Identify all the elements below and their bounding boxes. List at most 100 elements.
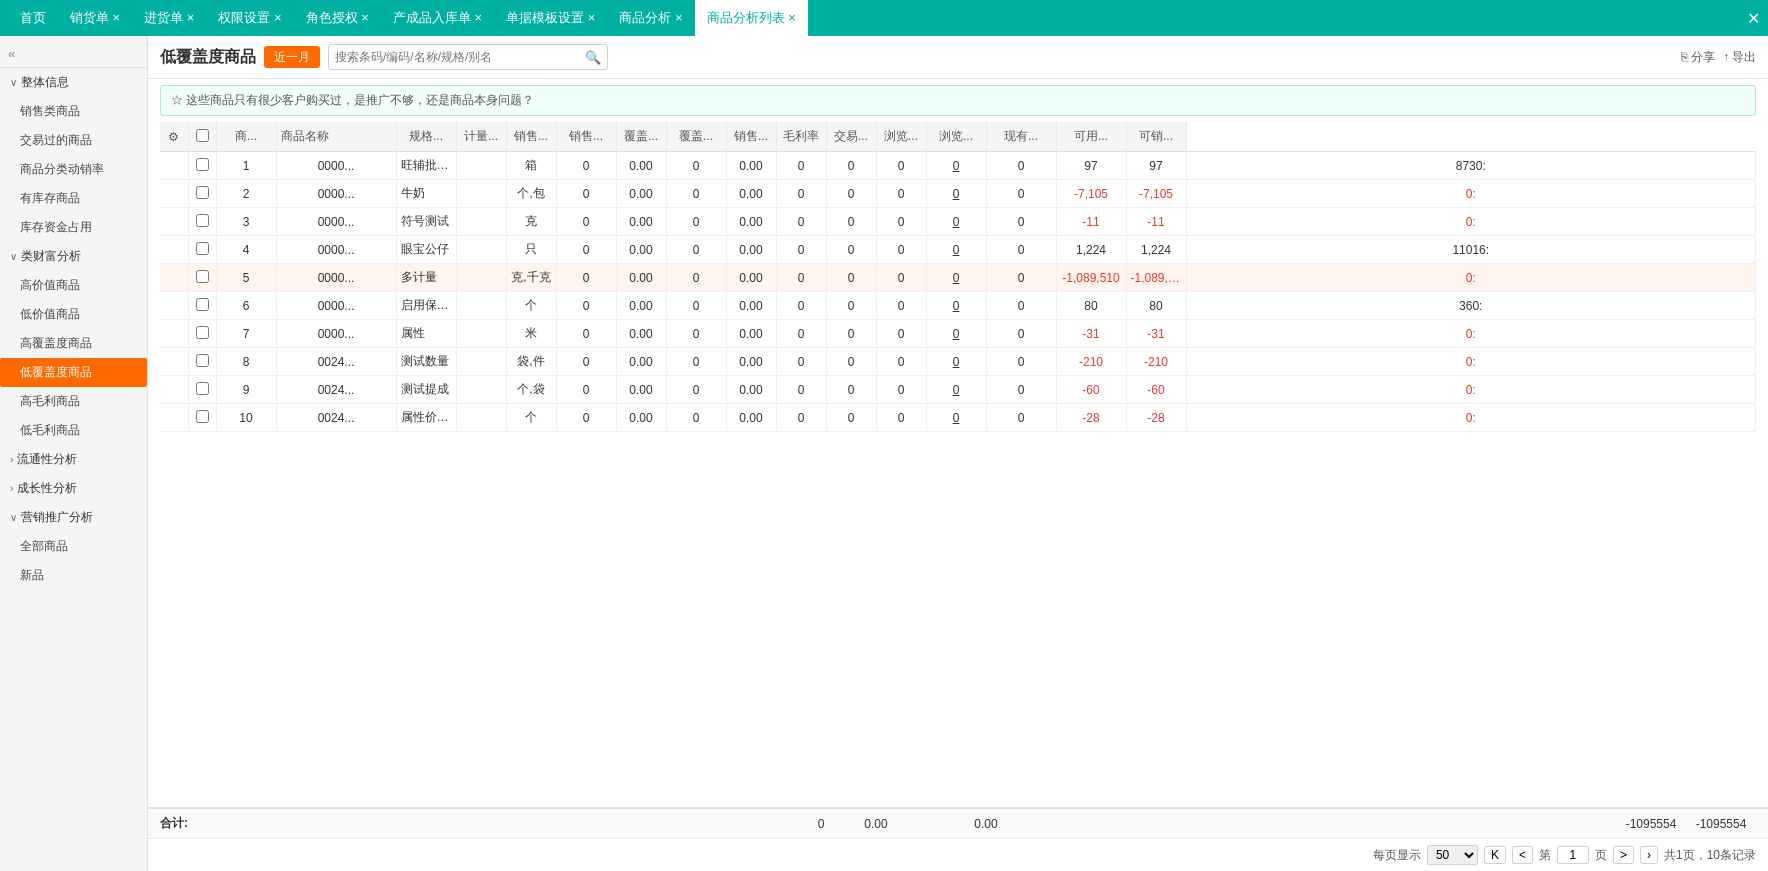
totals-row: 合计: 0 0.00 0.00 -1095554 -1095554: [160, 815, 1756, 832]
browse1-link[interactable]: 0: [953, 243, 960, 257]
first-page-button[interactable]: K: [1484, 846, 1506, 864]
browse1-link[interactable]: 0: [953, 411, 960, 425]
sidebar-section-marketing[interactable]: ∨ 营销推广分析: [0, 503, 147, 532]
nav-template[interactable]: 单据模板设置 ×: [494, 0, 607, 36]
cell-settings: [160, 348, 188, 376]
cell-spec: [456, 292, 506, 320]
nav-purchase[interactable]: 进货单 ×: [132, 0, 206, 36]
cell-code: 0024...: [276, 376, 396, 404]
cell-browse1[interactable]: 0: [926, 348, 986, 376]
per-page-label: 每页显示: [1373, 847, 1421, 864]
sidebar-item-new-goods[interactable]: 新品: [0, 561, 147, 590]
row-checkbox[interactable]: [196, 354, 209, 367]
sidebar-section-growth[interactable]: › 成长性分析: [0, 474, 147, 503]
nav-sales[interactable]: 销货单 ×: [58, 0, 132, 36]
cell-stock3: 0:: [1186, 348, 1756, 376]
select-all-checkbox[interactable]: [196, 129, 209, 142]
last-page-button[interactable]: ›: [1640, 846, 1658, 864]
table-header: ⚙ 商... 商品名称 规格... 计量... 销售... 销售... 覆盖..…: [160, 122, 1756, 152]
cell-check[interactable]: [188, 292, 216, 320]
cell-cover2: 0.00: [726, 348, 776, 376]
sidebar-item-low-coverage[interactable]: 低覆盖度商品: [0, 358, 147, 387]
cell-browse1[interactable]: 0: [926, 404, 986, 432]
sidebar-item-low-value[interactable]: 低价值商品: [0, 300, 147, 329]
sidebar-item-high-coverage[interactable]: 高覆盖度商品: [0, 329, 147, 358]
browse1-link[interactable]: 0: [953, 159, 960, 173]
browse1-link[interactable]: 0: [953, 327, 960, 341]
browse1-link[interactable]: 0: [953, 355, 960, 369]
sidebar-item-high-value[interactable]: 高价值商品: [0, 271, 147, 300]
cell-check[interactable]: [188, 404, 216, 432]
sidebar-item-sales-goods[interactable]: 销售类商品: [0, 97, 147, 126]
cell-unit: 袋,件: [506, 348, 556, 376]
per-page-select[interactable]: 50 100 200: [1427, 845, 1478, 865]
sidebar-item-high-margin[interactable]: 高毛利商品: [0, 387, 147, 416]
nav-home[interactable]: 首页: [8, 0, 58, 36]
row-checkbox[interactable]: [196, 410, 209, 423]
close-icon[interactable]: ✕: [1747, 9, 1760, 28]
cell-browse1[interactable]: 0: [926, 264, 986, 292]
row-checkbox[interactable]: [196, 270, 209, 283]
row-checkbox[interactable]: [196, 242, 209, 255]
cell-check[interactable]: [188, 152, 216, 180]
export-button[interactable]: ↑ 导出: [1723, 49, 1756, 66]
prev-page-button[interactable]: <: [1512, 846, 1533, 864]
sidebar-section-overall[interactable]: ∨ 整体信息: [0, 68, 147, 97]
row-checkbox[interactable]: [196, 382, 209, 395]
cell-gross: 0: [826, 180, 876, 208]
content-header: 低覆盖度商品 近一月 🔍 ⎘ 分享 ↑ 导出: [148, 36, 1768, 79]
sidebar-item-low-margin[interactable]: 低毛利商品: [0, 416, 147, 445]
cell-browse1[interactable]: 0: [926, 376, 986, 404]
cell-browse1[interactable]: 0: [926, 180, 986, 208]
row-checkbox[interactable]: [196, 326, 209, 339]
nav-role[interactable]: 角色授权 ×: [294, 0, 381, 36]
cell-trade: 0: [876, 236, 926, 264]
next-page-button[interactable]: >: [1613, 846, 1634, 864]
sidebar-section-wealth[interactable]: ∨ 类财富分析: [0, 242, 147, 271]
row-checkbox[interactable]: [196, 186, 209, 199]
page-number-input[interactable]: [1557, 846, 1589, 864]
total-sales2: 0.00: [846, 817, 906, 831]
cell-check[interactable]: [188, 236, 216, 264]
filter-period-button[interactable]: 近一月: [264, 46, 320, 68]
share-button[interactable]: ⎘ 分享: [1681, 49, 1715, 66]
col-check[interactable]: [188, 122, 216, 152]
row-checkbox[interactable]: [196, 158, 209, 171]
sidebar-item-all-goods[interactable]: 全部商品: [0, 532, 147, 561]
cell-check[interactable]: [188, 264, 216, 292]
nav-permission[interactable]: 权限设置 ×: [206, 0, 293, 36]
cell-browse1[interactable]: 0: [926, 208, 986, 236]
sidebar-item-stock-goods[interactable]: 有库存商品: [0, 184, 147, 213]
sidebar-collapse-button[interactable]: «: [8, 46, 15, 61]
search-input[interactable]: [335, 50, 585, 64]
cell-check[interactable]: [188, 376, 216, 404]
browse1-link[interactable]: 0: [953, 215, 960, 229]
cell-browse1[interactable]: 0: [926, 320, 986, 348]
browse1-link[interactable]: 0: [953, 271, 960, 285]
sidebar-item-stock-capital[interactable]: 库存资金占用: [0, 213, 147, 242]
row-checkbox[interactable]: [196, 214, 209, 227]
row-checkbox[interactable]: [196, 298, 209, 311]
sidebar-item-traded-goods[interactable]: 交易过的商品: [0, 126, 147, 155]
cell-check[interactable]: [188, 180, 216, 208]
sidebar-item-category-turnover[interactable]: 商品分类动销率: [0, 155, 147, 184]
cell-browse2: 0: [986, 348, 1056, 376]
cell-browse1[interactable]: 0: [926, 292, 986, 320]
cell-stock1: -60: [1056, 376, 1126, 404]
cell-check[interactable]: [188, 208, 216, 236]
cell-check[interactable]: [188, 348, 216, 376]
nav-analysis[interactable]: 商品分析 ×: [607, 0, 694, 36]
cell-browse1[interactable]: 0: [926, 152, 986, 180]
browse1-link[interactable]: 0: [953, 187, 960, 201]
nav-product-instock[interactable]: 产成品入库单 ×: [381, 0, 494, 36]
nav-analysis-list[interactable]: 商品分析列表 ×: [695, 0, 808, 36]
browse1-link[interactable]: 0: [953, 299, 960, 313]
sidebar-section-flow[interactable]: › 流通性分析: [0, 445, 147, 474]
cell-check[interactable]: [188, 320, 216, 348]
table-row: 1 0000... 旺辅批次测试 箱 0 0.00 0 0.00 0 0 0 0…: [160, 152, 1756, 180]
cell-sales3: 0: [776, 320, 826, 348]
cell-browse1[interactable]: 0: [926, 236, 986, 264]
col-settings[interactable]: ⚙: [160, 122, 188, 152]
browse1-link[interactable]: 0: [953, 383, 960, 397]
table-container[interactable]: ⚙ 商... 商品名称 规格... 计量... 销售... 销售... 覆盖..…: [148, 122, 1768, 807]
